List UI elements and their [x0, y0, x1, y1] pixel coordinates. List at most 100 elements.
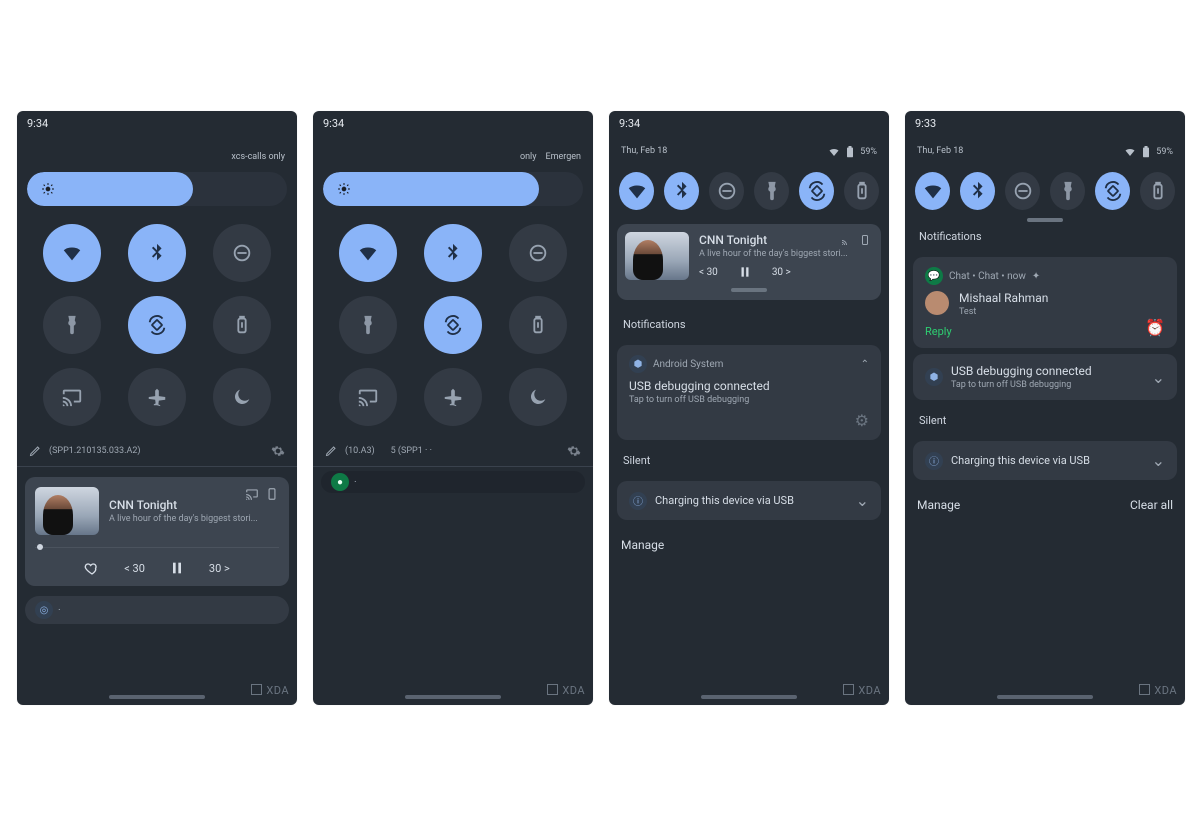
torch-icon	[761, 180, 783, 202]
date-row: Thu, Feb 18 59%	[609, 134, 889, 164]
forward-button[interactable]: 30 >	[209, 562, 230, 575]
cast-icon[interactable]	[841, 234, 853, 246]
screen-4: 9:33 Thu, Feb 18 59% Notifications 💬 Cha…	[905, 111, 1185, 705]
qs-tile-torch[interactable]	[339, 296, 397, 354]
qs-tile-cast[interactable]	[339, 368, 397, 426]
edit-icon[interactable]	[325, 445, 337, 457]
qs-tile-battery[interactable]	[509, 296, 567, 354]
build-text-mid: 5 (SPP1 · ·	[391, 446, 432, 456]
output-icon[interactable]	[859, 234, 871, 246]
output-icon[interactable]	[265, 487, 279, 501]
qs-tile-wifi[interactable]	[339, 224, 397, 282]
battery-pct: 59%	[1156, 147, 1173, 157]
usb-debugging-notification[interactable]: ⬢ USB debugging connected Tap to turn of…	[913, 354, 1177, 400]
qs-tile-night[interactable]	[509, 368, 567, 426]
settings-icon[interactable]	[567, 444, 581, 458]
qs-tile-dnd[interactable]	[213, 224, 271, 282]
silent-notification[interactable]: ⓘ Charging this device via USB ⌄	[913, 441, 1177, 480]
rotate-icon	[146, 314, 168, 336]
clock: 9:34	[323, 117, 344, 130]
settings-icon[interactable]	[271, 444, 285, 458]
qs-tile-bt[interactable]	[664, 172, 699, 210]
qs-tile-rotate[interactable]	[799, 172, 834, 210]
chevron-down-icon[interactable]: ⌄	[1152, 368, 1165, 387]
notif-subtitle: Tap to turn off USB debugging	[951, 380, 1144, 390]
manage-button[interactable]: Manage	[917, 498, 960, 512]
brightness-icon	[337, 182, 351, 196]
manage-button[interactable]: Manage	[621, 538, 664, 552]
app-badge: ●	[331, 473, 349, 491]
qs-tile-wifi[interactable]	[915, 172, 950, 210]
media-thumbnail	[35, 487, 99, 535]
gesture-bar	[701, 695, 797, 699]
qs-tile-air[interactable]	[128, 368, 186, 426]
qs-tile-bt[interactable]	[960, 172, 995, 210]
section-silent: Silent	[609, 446, 889, 475]
drag-handle[interactable]	[731, 288, 767, 292]
qs-tile-wifi[interactable]	[619, 172, 654, 210]
qs-tile-rotate[interactable]	[128, 296, 186, 354]
qs-tile-rotate[interactable]	[1095, 172, 1130, 210]
qs-tile-battery[interactable]	[1140, 172, 1175, 210]
favorite-button[interactable]	[84, 560, 100, 576]
cast-icon	[357, 386, 379, 408]
date: Thu, Feb 18	[621, 146, 667, 158]
cast-icon[interactable]	[245, 487, 259, 501]
battery-icon	[1147, 180, 1169, 202]
brightness-slider[interactable]	[323, 172, 583, 206]
qs-tile-torch[interactable]	[1050, 172, 1085, 210]
watermark: XDA	[547, 683, 585, 697]
chevron-down-icon[interactable]: ⌄	[1152, 451, 1165, 470]
qs-tile-bt[interactable]	[128, 224, 186, 282]
wifi-icon	[626, 180, 648, 202]
qs-tile-night[interactable]	[213, 368, 271, 426]
build-line: (SPP1.210135.033.A2)	[17, 436, 297, 467]
silent-text: Charging this device via USB	[951, 454, 1090, 467]
chat-app-icon: 💬	[925, 267, 943, 285]
qs-tile-dnd[interactable]	[1005, 172, 1040, 210]
qs-tile-cast[interactable]	[43, 368, 101, 426]
sender-avatar	[925, 291, 949, 315]
rewind-button[interactable]: < 30	[124, 562, 145, 575]
usb-debugging-notification[interactable]: ⬢ Android System ⌃ USB debugging connect…	[617, 345, 881, 440]
pause-button[interactable]	[169, 560, 185, 576]
qs-tile-dnd[interactable]	[509, 224, 567, 282]
qs-tile-dnd[interactable]	[709, 172, 744, 210]
gesture-bar	[109, 695, 205, 699]
qs-tile-torch[interactable]	[43, 296, 101, 354]
qs-tile-bt[interactable]	[424, 224, 482, 282]
android-icon: ⬢	[925, 368, 943, 386]
silent-notification[interactable]: ⓘ Charging this device via USB ⌄	[617, 481, 881, 520]
forward-button[interactable]: 30 >	[772, 267, 791, 278]
qs-tile-wifi[interactable]	[43, 224, 101, 282]
qs-tile-battery[interactable]	[213, 296, 271, 354]
settings-mini-icon[interactable]: ⚙	[855, 411, 869, 430]
notification-pill[interactable]: ◎ ·	[25, 596, 289, 624]
star-icon: ✦	[1032, 271, 1040, 282]
qs-tile-rotate[interactable]	[424, 296, 482, 354]
wifi-icon	[357, 242, 379, 264]
chevron-up-icon[interactable]: ⌃	[861, 359, 869, 370]
rewind-button[interactable]: < 30	[699, 267, 718, 278]
chat-notification[interactable]: 💬 Chat • Chat • now ✦ Mishaal Rahman Tes…	[913, 257, 1177, 348]
notification-pill[interactable]: ● ·	[321, 471, 585, 493]
chevron-down-icon[interactable]: ⌄	[856, 491, 869, 510]
dnd-icon	[1012, 180, 1034, 202]
air-icon	[442, 386, 464, 408]
media-card[interactable]: CNN Tonight A live hour of the day's big…	[617, 224, 881, 300]
status-bar: 9:34	[17, 111, 297, 134]
wifi-icon	[61, 242, 83, 264]
qs-tile-battery[interactable]	[844, 172, 879, 210]
media-seekbar[interactable]	[35, 547, 279, 548]
pause-button[interactable]	[738, 265, 752, 279]
edit-icon[interactable]	[29, 445, 41, 457]
reply-button[interactable]: Reply	[925, 325, 952, 338]
clock: 9:34	[619, 117, 640, 130]
media-card[interactable]: CNN Tonight A live hour of the day's big…	[25, 477, 289, 586]
footer: Manage	[609, 526, 889, 564]
brightness-slider[interactable]	[27, 172, 287, 206]
qs-tile-torch[interactable]	[754, 172, 789, 210]
qs-tile-air[interactable]	[424, 368, 482, 426]
clear-all-button[interactable]: Clear all	[1130, 498, 1173, 512]
status-bar: 9:34	[609, 111, 889, 134]
